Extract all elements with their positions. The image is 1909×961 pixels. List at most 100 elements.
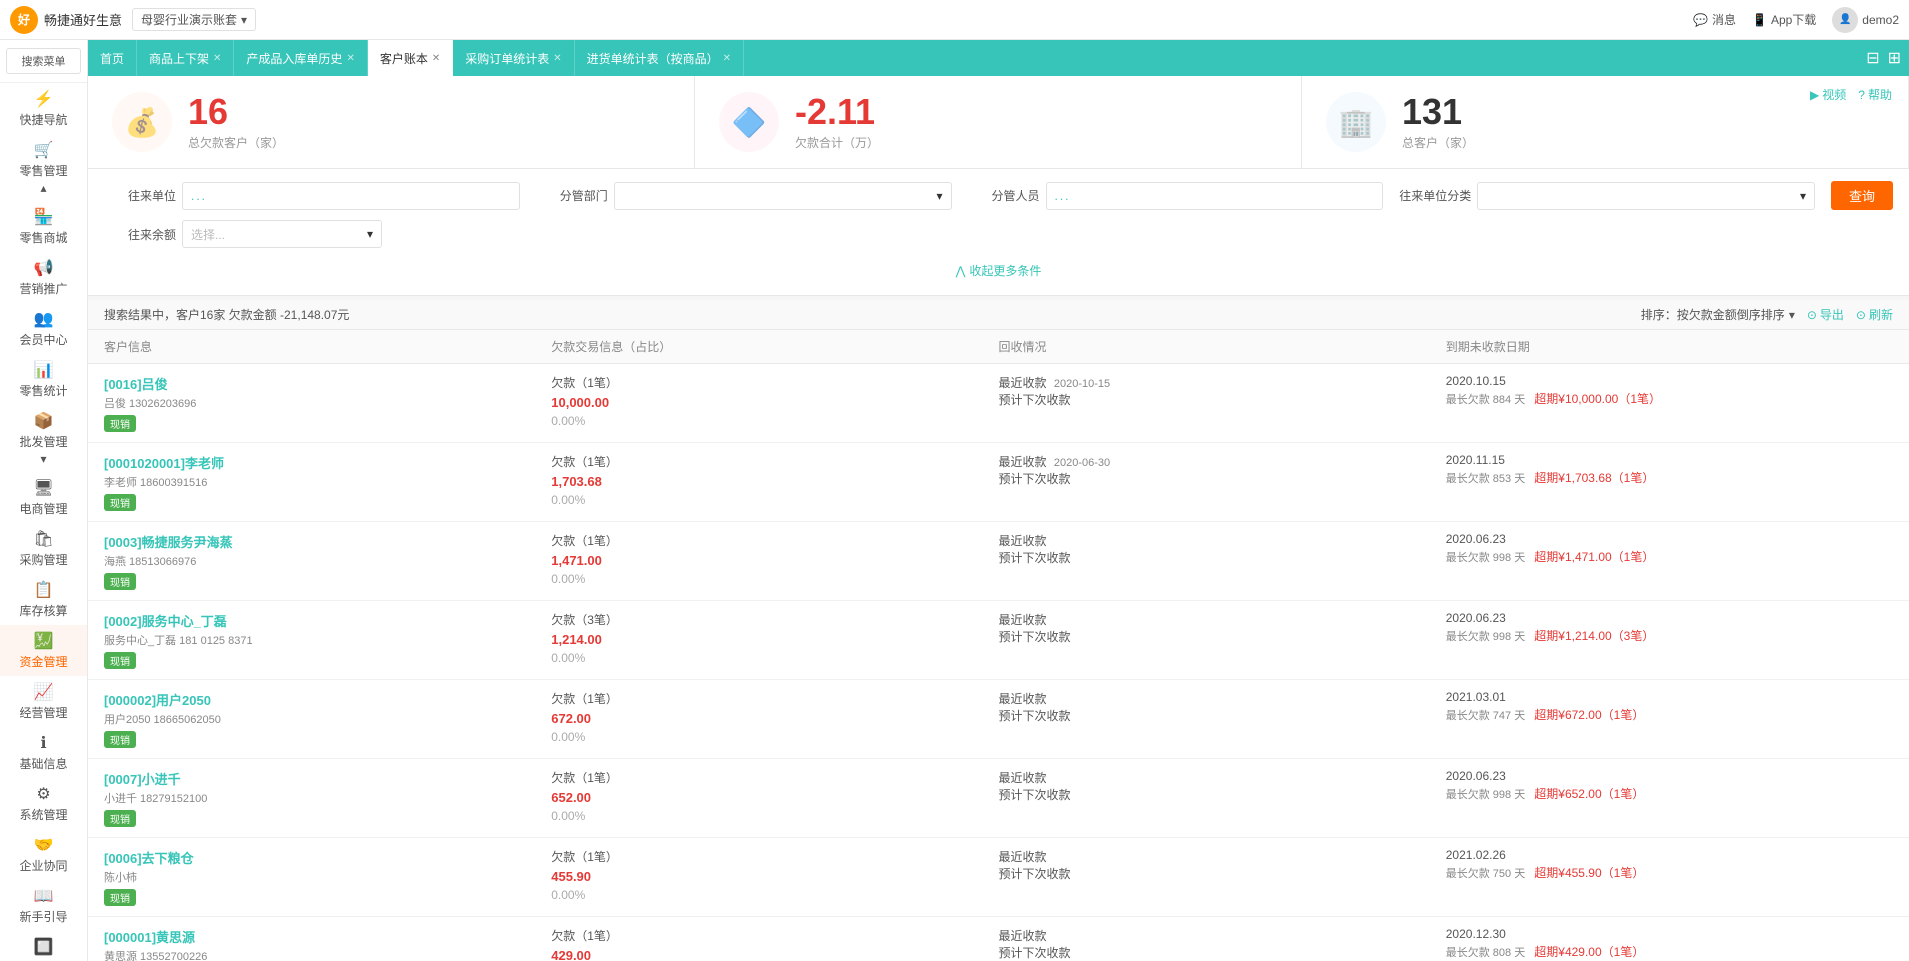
debt-info-cell-3: 欠款（3笔） 1,214.00 0.00%: [551, 611, 998, 665]
debt-amount-3[interactable]: 1,214.00: [551, 632, 998, 647]
tab-product-history[interactable]: 产成品入库单历史 ✕: [234, 40, 367, 76]
batch-arrow: ▾: [40, 452, 46, 466]
debt-amount-6[interactable]: 455.90: [551, 869, 998, 884]
close-product-shelf-icon[interactable]: ✕: [213, 53, 221, 64]
overdue-link-7[interactable]: 超期¥429.00（1笔）: [1534, 945, 1644, 959]
sidebar-item-basic-info[interactable]: ℹ 基础信息: [0, 727, 87, 778]
overdue-link-2[interactable]: 超期¥1,471.00（1笔）: [1534, 550, 1654, 564]
collapse-btn[interactable]: ⋀ 收起更多条件: [956, 262, 1042, 279]
video-icon: ▶: [1810, 88, 1819, 102]
sort-selector[interactable]: 排序：按欠款金额倒序排序 ▾: [1641, 306, 1795, 323]
status-badge-1: 现销: [104, 494, 136, 511]
debt-amount-2[interactable]: 1,471.00: [551, 553, 998, 568]
unit-category-arrow-icon: ▾: [1800, 189, 1806, 203]
unit-category-select[interactable]: ▾: [1477, 182, 1815, 210]
next-payment-6: 预计下次收款: [999, 865, 1446, 882]
close-customer-account-icon[interactable]: ✕: [432, 53, 440, 64]
export-label: 导出: [1820, 306, 1844, 323]
tab-purchase-stats[interactable]: 采购订单统计表 ✕: [453, 40, 574, 76]
department-select[interactable]: ▾: [614, 182, 952, 210]
main-area: 搜索菜单 ⚡ 快捷导航 🛒 零售管理 ▴ 🏪 零售商城 📢 营销推广 👥 会: [0, 40, 1909, 961]
customer-name-7[interactable]: [000001]黄思源: [104, 927, 551, 946]
debt-amount-1[interactable]: 1,703.68: [551, 474, 998, 489]
sidebar-item-member[interactable]: 👥 会员中心: [0, 303, 87, 354]
sidebar-item-inventory[interactable]: 📋 库存核算: [0, 574, 87, 625]
finance-icon: 💹: [34, 631, 54, 651]
tab-product-shelf[interactable]: 商品上下架 ✕: [137, 40, 234, 76]
balance-select[interactable]: 选择... ▾: [182, 220, 382, 248]
video-btn[interactable]: ▶ 视频: [1810, 86, 1846, 103]
debt-amount-7[interactable]: 429.00: [551, 948, 998, 961]
help-btn[interactable]: ? 帮助: [1858, 86, 1892, 103]
close-product-history-icon[interactable]: ✕: [346, 53, 354, 64]
sidebar-item-ecommerce[interactable]: 🖥 电商管理: [0, 472, 87, 523]
sidebar-item-operations[interactable]: 📈 经营管理: [0, 676, 87, 727]
collection-label-4: 最近收款: [999, 690, 1446, 707]
due-date-cell-7: 2020.12.30 最长欠款 808 天 超期¥429.00（1笔）: [1446, 927, 1893, 960]
export-btn[interactable]: ⊙ 导出: [1807, 306, 1844, 323]
debt-amount-4[interactable]: 672.00: [551, 711, 998, 726]
person-label: 分管人员: [968, 187, 1040, 204]
tab-inbound-stats[interactable]: 进货单统计表（按商品） ✕: [575, 40, 744, 76]
unit-category-label: 往来单位分类: [1399, 187, 1471, 204]
close-inbound-stats-icon[interactable]: ✕: [723, 53, 731, 64]
collection-label-1: 最近收款 2020-06-30: [999, 453, 1446, 470]
overdue-link-1[interactable]: 超期¥1,703.68（1笔）: [1534, 471, 1654, 485]
operations-icon: 📈: [34, 682, 54, 702]
sidebar-item-retail-mall[interactable]: 🏪 零售商城: [0, 201, 87, 252]
tab-customer-account[interactable]: 客户账本 ✕: [368, 40, 453, 76]
customer-name-2[interactable]: [0003]畅捷服务尹海蒸: [104, 532, 551, 551]
system-label: 系统管理: [19, 806, 67, 823]
customer-name-3[interactable]: [0002]服务中心_丁磊: [104, 611, 551, 630]
user-menu[interactable]: 👤 demo2: [1832, 7, 1899, 33]
overdue-link-0[interactable]: 超期¥10,000.00（1笔）: [1534, 392, 1661, 406]
search-button[interactable]: 查询: [1831, 181, 1893, 210]
customer-info-cell-6: [0006]去下粮仓 陈小柿 现销: [104, 848, 551, 906]
customer-name-4[interactable]: [000002]用户2050: [104, 690, 551, 709]
person-input[interactable]: ...: [1046, 182, 1384, 210]
messages-btn[interactable]: 💬 消息: [1693, 11, 1736, 28]
debt-amount-5[interactable]: 652.00: [551, 790, 998, 805]
maximize-icon[interactable]: ⊞: [1888, 48, 1901, 68]
debt-info-cell-7: 欠款（1笔） 429.00 0.00%: [551, 927, 998, 961]
source-unit-input[interactable]: ...: [182, 182, 520, 210]
sidebar-item-app-center[interactable]: 🔲 应用中心: [0, 931, 87, 961]
customer-name-0[interactable]: [0016]吕俊: [104, 374, 551, 393]
sidebar-item-retail-stats[interactable]: 📊 零售统计: [0, 354, 87, 405]
stat-card-debt-customers: 💰 16 总欠款客户（家）: [88, 76, 695, 168]
overdue-link-6[interactable]: 超期¥455.90（1笔）: [1534, 866, 1644, 880]
status-badge-5: 现销: [104, 810, 136, 827]
search-menu-btn[interactable]: 搜索菜单: [6, 48, 81, 74]
customer-name-5[interactable]: [0007]小进千: [104, 769, 551, 788]
sidebar-item-finance[interactable]: 💹 资金管理: [0, 625, 87, 676]
customer-contact-4: 用户2050 18665062050: [104, 711, 551, 727]
member-label: 会员中心: [19, 331, 67, 348]
store-selector[interactable]: 母婴行业演示账套 ▾: [132, 8, 256, 31]
close-purchase-stats-icon[interactable]: ✕: [553, 53, 561, 64]
app-download-btn[interactable]: 📱 App下载: [1752, 11, 1816, 28]
retail-stats-label: 零售统计: [19, 382, 67, 399]
refresh-btn[interactable]: ⊙ 刷新: [1856, 306, 1893, 323]
overdue-link-3[interactable]: 超期¥1,214.00（3笔）: [1534, 629, 1654, 643]
operations-label: 经营管理: [19, 704, 67, 721]
sidebar-item-enterprise-collab[interactable]: 🤝 企业协同: [0, 829, 87, 880]
debt-amount-0[interactable]: 10,000.00: [551, 395, 998, 410]
next-payment-0: 预计下次收款: [999, 391, 1446, 408]
customer-name-1[interactable]: [0001020001]李老师: [104, 453, 551, 472]
customer-name-6[interactable]: [0006]去下粮仓: [104, 848, 551, 867]
overdue-link-4[interactable]: 超期¥672.00（1笔）: [1534, 708, 1644, 722]
tab-home[interactable]: 首页: [88, 40, 137, 76]
minimize-icon[interactable]: ⊟: [1866, 48, 1879, 68]
customer-contact-2: 海燕 18513066976: [104, 553, 551, 569]
sidebar-item-marketing[interactable]: 📢 营销推广: [0, 252, 87, 303]
sidebar-item-new-guide[interactable]: 📖 新手引导: [0, 880, 87, 931]
debt-customers-number: 16: [188, 94, 284, 130]
result-summary: 搜索结果中，客户16家 欠款金额 -21,148.07元: [104, 306, 349, 323]
sidebar-item-purchase[interactable]: 🛍 采购管理: [0, 523, 87, 574]
sidebar-item-fast-nav[interactable]: ⚡ 快捷导航: [0, 83, 87, 134]
sidebar-item-system[interactable]: ⚙ 系统管理: [0, 778, 87, 829]
overdue-link-5[interactable]: 超期¥652.00（1笔）: [1534, 787, 1644, 801]
sidebar-item-retail-manage[interactable]: 🛒 零售管理 ▴: [0, 134, 87, 201]
enterprise-collab-icon: 🤝: [34, 835, 54, 855]
sidebar-item-batch-manage[interactable]: 📦 批发管理 ▾: [0, 405, 87, 472]
